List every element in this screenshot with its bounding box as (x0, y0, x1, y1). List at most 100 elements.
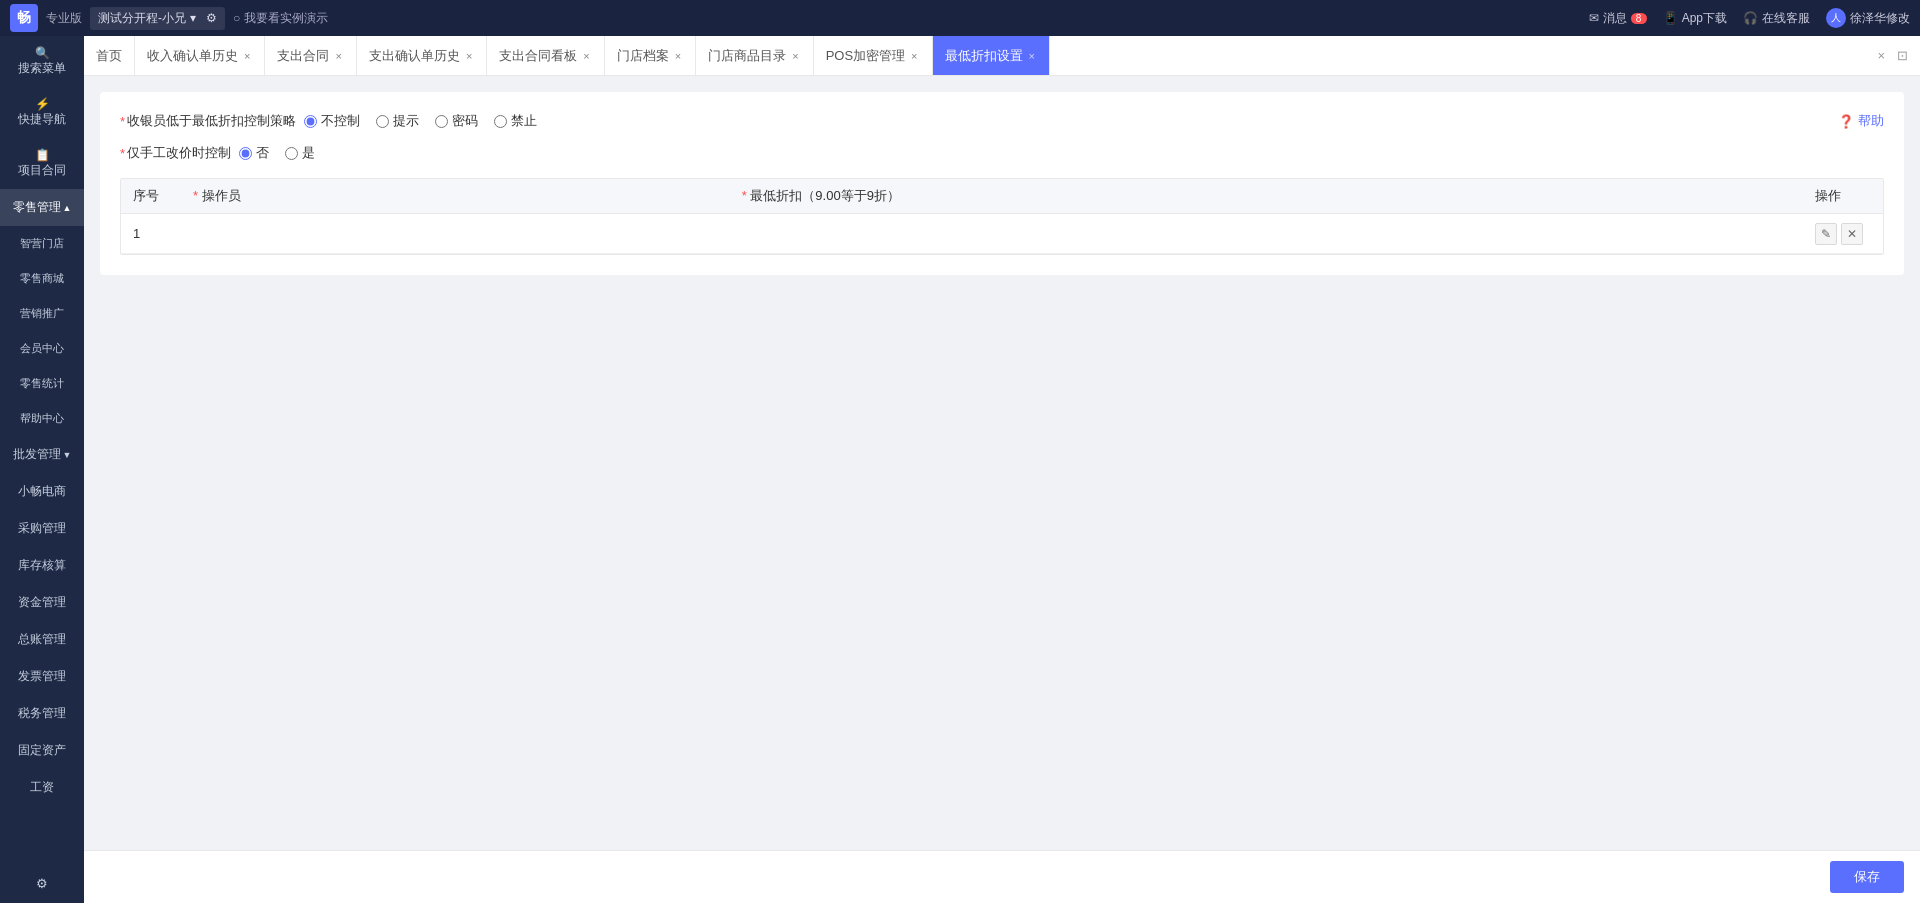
radio-no-control-input[interactable] (304, 115, 317, 128)
help-link[interactable]: ❓ 帮助 (1838, 112, 1884, 130)
tab-income-history-label: 收入确认单历史 (147, 47, 238, 65)
row-edit-btn-1[interactable]: ✎ (1815, 223, 1837, 245)
sidebar-label-quicknav: 快捷导航 (4, 111, 80, 128)
sidebar-label-assets: 固定资产 (4, 742, 80, 759)
radio-no-control[interactable]: 不控制 (304, 112, 360, 130)
th-seq-label: 序号 (133, 188, 159, 203)
sidebar-label-retail: 零售管理 (13, 199, 61, 216)
tab-restore-btn[interactable]: ⊡ (1893, 46, 1912, 65)
sidebar-item-assets[interactable]: 固定资产 (0, 732, 84, 769)
sidebar-item-accounting[interactable]: 总账管理 (0, 621, 84, 658)
tab-close-all-btn[interactable]: × (1873, 46, 1889, 65)
version-label: 专业版 (46, 10, 82, 27)
tab-store-file-close[interactable]: × (673, 49, 683, 63)
headset-icon: 🎧 (1743, 11, 1758, 25)
tab-pos-password[interactable]: POS加密管理 × (814, 36, 933, 76)
help-icon: ❓ (1838, 114, 1854, 129)
sidebar: 🔍 搜索菜单 ⚡ 快捷导航 📋 项目合同 零售管理 ▲ 智营门店 零售商城 营销… (0, 36, 84, 903)
radio-hint[interactable]: 提示 (376, 112, 419, 130)
radio-forbid-input[interactable] (494, 115, 507, 128)
sidebar-label-ecom: 小畅电商 (4, 483, 80, 500)
tab-contract-close[interactable]: × (333, 49, 343, 63)
row-delete-btn-1[interactable]: ✕ (1841, 223, 1863, 245)
tab-expense-history[interactable]: 支出确认单历史 × (357, 36, 487, 76)
save-button[interactable]: 保存 (1830, 861, 1904, 893)
message-icon: ✉ (1589, 11, 1599, 25)
sidebar-item-retail-mall[interactable]: 零售商城 (0, 261, 84, 296)
sidebar-item-invoice[interactable]: 发票管理 (0, 658, 84, 695)
tab-income-history[interactable]: 收入确认单历史 × (135, 36, 265, 76)
radio-forbid[interactable]: 禁止 (494, 112, 537, 130)
tab-store-catalog-close[interactable]: × (790, 49, 800, 63)
sidebar-label-purchase: 采购管理 (4, 520, 80, 537)
message-btn[interactable]: ✉ 消息 8 (1589, 10, 1647, 27)
row-seq-1: 1 (133, 226, 140, 241)
sidebar-item-finance[interactable]: 资金管理 (0, 584, 84, 621)
radio-password-input[interactable] (435, 115, 448, 128)
tab-contract[interactable]: 支出合同 × (265, 36, 356, 76)
tab-contract-board[interactable]: 支出合同看板 × (487, 36, 604, 76)
online-support-btn[interactable]: 🎧 在线客服 (1743, 10, 1810, 27)
radio-forbid-label: 禁止 (511, 112, 537, 130)
sidebar-item-member[interactable]: 会员中心 (0, 331, 84, 366)
tab-contract-board-close[interactable]: × (581, 49, 591, 63)
radio-manual-yes[interactable]: 是 (285, 144, 315, 162)
settings-icon[interactable]: ⚙ (206, 11, 217, 25)
th-seq: 序号 (121, 179, 181, 213)
sidebar-item-search[interactable]: 🔍 搜索菜单 (0, 36, 84, 87)
sidebar-label-tax: 税务管理 (4, 705, 80, 722)
app-download-label: App下载 (1682, 10, 1727, 27)
tab-pos-password-label: POS加密管理 (826, 47, 905, 65)
sidebar-item-inventory[interactable]: 库存核算 (0, 547, 84, 584)
radio-manual-yes-label: 是 (302, 144, 315, 162)
discount-required-star: * (120, 114, 125, 129)
sidebar-item-project[interactable]: 📋 项目合同 (0, 138, 84, 189)
sidebar-item-tax[interactable]: 税务管理 (0, 695, 84, 732)
sidebar-item-quicknav[interactable]: ⚡ 快捷导航 (0, 87, 84, 138)
radio-hint-input[interactable] (376, 115, 389, 128)
tab-home[interactable]: 首页 (84, 36, 135, 76)
sidebar-item-retail-stat[interactable]: 零售统计 (0, 366, 84, 401)
sidebar-item-purchase[interactable]: 采购管理 (0, 510, 84, 547)
app-download-btn[interactable]: 📱 App下载 (1663, 10, 1727, 27)
sidebar-item-marketing[interactable]: 营销推广 (0, 296, 84, 331)
dropdown-icon: ▾ (190, 11, 196, 25)
logo-char: 畅 (17, 9, 31, 27)
sidebar-item-ecom[interactable]: 小畅电商 (0, 473, 84, 510)
radio-manual-no-input[interactable] (239, 147, 252, 160)
manual-control-radio-group: 否 是 (239, 144, 315, 162)
sidebar-item-smart-store[interactable]: 智营门店 (0, 226, 84, 261)
th-operator: * 操作员 (181, 179, 730, 213)
tab-store-catalog[interactable]: 门店商品目录 × (696, 36, 813, 76)
sidebar-item-payroll[interactable]: 工资 (0, 769, 84, 806)
search-icon: 🔍 (4, 46, 80, 60)
sidebar-item-retail[interactable]: 零售管理 ▲ (0, 189, 84, 226)
radio-no-control-label: 不控制 (321, 112, 360, 130)
content-area: 首页 收入确认单历史 × 支出合同 × 支出确认单历史 × 支出合同看板 × 门… (84, 36, 1920, 903)
tab-min-discount[interactable]: 最低折扣设置 × (933, 36, 1050, 76)
user-menu[interactable]: 人 徐泽华修改 (1826, 8, 1910, 28)
tab-income-history-close[interactable]: × (242, 49, 252, 63)
td-action-1: ✎ ✕ (1803, 215, 1883, 253)
demo-link[interactable]: ○ 我要看实例演示 (233, 10, 328, 27)
radio-password[interactable]: 密码 (435, 112, 478, 130)
project-selector[interactable]: 测试分开程-小兄 ▾ ⚙ (90, 7, 225, 30)
tab-bar: 首页 收入确认单历史 × 支出合同 × 支出确认单历史 × 支出合同看板 × 门… (84, 36, 1920, 76)
th-operator-label: 操作员 (202, 188, 241, 203)
sidebar-item-help[interactable]: 帮助中心 (0, 401, 84, 436)
discount-control-row: * 收银员低于最低折扣控制策略 不控制 提示 密码 (120, 112, 1884, 130)
tab-actions: × ⊡ (1865, 46, 1920, 65)
tab-min-discount-close[interactable]: × (1027, 49, 1037, 63)
retail-arrow-icon: ▲ (63, 203, 72, 213)
tab-store-file[interactable]: 门店档案 × (605, 36, 696, 76)
tab-pos-password-close[interactable]: × (909, 49, 919, 63)
radio-manual-no[interactable]: 否 (239, 144, 269, 162)
sidebar-bottom: ⚙ (0, 864, 84, 903)
th-discount-label: 最低折扣（9.00等于9折） (750, 188, 900, 203)
demo-link-label: 我要看实例演示 (244, 10, 328, 27)
radio-manual-yes-input[interactable] (285, 147, 298, 160)
tab-expense-history-close[interactable]: × (464, 49, 474, 63)
user-name: 徐泽华修改 (1850, 10, 1910, 27)
sidebar-settings-btn[interactable]: ⚙ (0, 864, 84, 903)
sidebar-item-wholesale[interactable]: 批发管理 ▼ (0, 436, 84, 473)
